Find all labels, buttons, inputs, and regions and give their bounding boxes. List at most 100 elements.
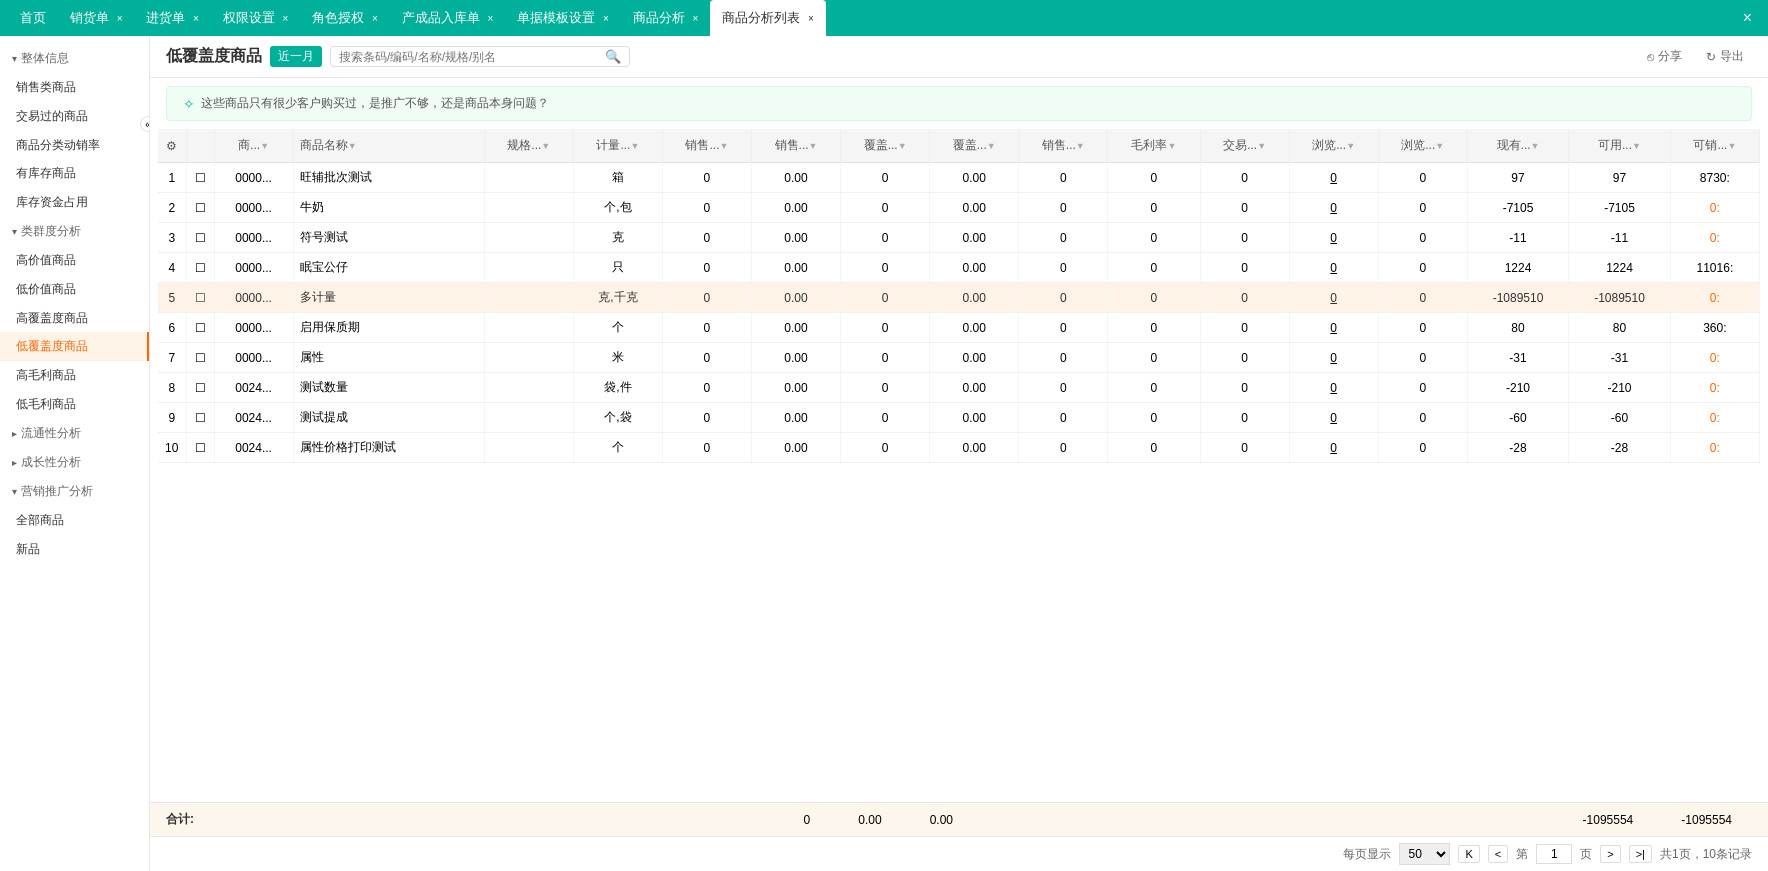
- last-page-btn[interactable]: >|: [1629, 845, 1652, 863]
- browse-link[interactable]: 0: [1330, 411, 1337, 425]
- coverage1-col-header[interactable]: 覆盖...▼: [841, 129, 930, 163]
- sidebar-item-high-coverage[interactable]: 高覆盖度商品: [0, 304, 149, 333]
- prev-page-btn[interactable]: <: [1488, 845, 1508, 863]
- share-label: 分享: [1658, 48, 1682, 65]
- close-permission-tab[interactable]: ×: [283, 13, 289, 24]
- spec-col-header[interactable]: 规格...▼: [484, 129, 573, 163]
- sidebar: « ▾ 整体信息 销售类商品 交易过的商品 商品分类动销率 有库存商品 库存资金…: [0, 36, 150, 871]
- page-label-after: 页: [1580, 846, 1592, 863]
- gross-margin-col-header[interactable]: 毛利率▼: [1108, 129, 1200, 163]
- sidebar-section-growth-label: 成长性分析: [21, 454, 81, 471]
- total-sales-count: 0: [784, 813, 831, 827]
- footer-total: 合计: 0 0.00 0.00 -1095554 -1095554: [150, 802, 1768, 836]
- close-analysis-list-tab[interactable]: ×: [808, 13, 814, 24]
- browse-link[interactable]: 0: [1330, 231, 1337, 245]
- sales-count-col-header[interactable]: 销售...▼: [662, 129, 751, 163]
- sidebar-item-category-rate[interactable]: 商品分类动销率: [0, 131, 149, 160]
- saleable-col-header[interactable]: 可销...▼: [1670, 129, 1759, 163]
- browse-link[interactable]: 0: [1330, 321, 1337, 335]
- sidebar-item-stock-goods[interactable]: 有库存商品: [0, 159, 149, 188]
- browse-link[interactable]: 0: [1330, 381, 1337, 395]
- nav-tab-analysis-list[interactable]: 商品分析列表 ×: [710, 0, 825, 36]
- browse-link[interactable]: 0: [1330, 441, 1337, 455]
- page-size-label: 每页显示: [1343, 846, 1391, 863]
- nav-tab-role[interactable]: 角色授权 ×: [300, 0, 389, 36]
- nav-tab-sales[interactable]: 销货单 ×: [58, 0, 134, 36]
- arrow-icon: ▾: [12, 53, 17, 64]
- nav-tab-analysis[interactable]: 商品分析 ×: [621, 0, 710, 36]
- table-row: 7☐0000...属性米00.0000.0000000-31-310:: [158, 343, 1760, 373]
- search-box: 🔍: [330, 46, 630, 67]
- sidebar-section-liquidity[interactable]: ▸ 流通性分析: [0, 419, 149, 448]
- total-records: 共1页，10条记录: [1660, 846, 1752, 863]
- sidebar-item-low-coverage[interactable]: 低覆盖度商品: [0, 332, 149, 361]
- browse-link[interactable]: 0: [1330, 201, 1337, 215]
- search-input[interactable]: [339, 50, 605, 64]
- sidebar-section-cluster-label: 类群度分析: [21, 223, 81, 240]
- sidebar-item-low-margin[interactable]: 低毛利商品: [0, 390, 149, 419]
- export-button[interactable]: ↻ 导出: [1698, 44, 1752, 69]
- sidebar-section-marketing-label: 营销推广分析: [21, 483, 93, 500]
- browse2-col-header[interactable]: 浏览...▼: [1378, 129, 1467, 163]
- sidebar-item-sales-goods[interactable]: 销售类商品: [0, 73, 149, 102]
- sidebar-section-growth[interactable]: ▸ 成长性分析: [0, 448, 149, 477]
- settings-col-header[interactable]: ⚙: [158, 129, 186, 163]
- table-row: 2☐0000...牛奶个,包00.0000.0000000-7105-71050…: [158, 193, 1760, 223]
- close-all-tabs-btn[interactable]: ×: [1735, 9, 1760, 27]
- time-filter-button[interactable]: 近一月: [270, 46, 322, 67]
- close-purchase-tab[interactable]: ×: [193, 13, 199, 24]
- sidebar-section-cluster[interactable]: ▾ 类群度分析: [0, 217, 149, 246]
- sidebar-item-low-value[interactable]: 低价值商品: [0, 275, 149, 304]
- content-header: 低覆盖度商品 近一月 🔍 ⎋ 分享 ↻ 导出: [150, 36, 1768, 78]
- nav-tab-permission[interactable]: 权限设置 ×: [211, 0, 300, 36]
- browse-link[interactable]: 0: [1330, 171, 1337, 185]
- sidebar-item-high-value[interactable]: 高价值商品: [0, 246, 149, 275]
- total-current-stock: -1095554: [1563, 813, 1654, 827]
- name-col-header[interactable]: 商品名称▼: [293, 129, 484, 163]
- sidebar-item-high-margin[interactable]: 高毛利商品: [0, 361, 149, 390]
- current-stock-col-header[interactable]: 现有...▼: [1467, 129, 1568, 163]
- sales3-col-header[interactable]: 销售...▼: [1019, 129, 1108, 163]
- export-icon: ↻: [1706, 50, 1716, 64]
- total-available-stock: -1095554: [1661, 813, 1752, 827]
- browse-link[interactable]: 0: [1330, 291, 1337, 305]
- browse1-col-header[interactable]: 浏览...▼: [1289, 129, 1378, 163]
- sidebar-section-marketing[interactable]: ▾ 营销推广分析: [0, 477, 149, 506]
- browse-link[interactable]: 0: [1330, 351, 1337, 365]
- search-icon[interactable]: 🔍: [605, 49, 621, 64]
- page-size-select[interactable]: 50 100 200: [1399, 843, 1450, 865]
- close-role-tab[interactable]: ×: [372, 13, 378, 24]
- share-button[interactable]: ⎋ 分享: [1639, 44, 1690, 69]
- info-banner: ✧ 这些商品只有很少客户购买过，是推广不够，还是商品本身问题？: [166, 86, 1752, 121]
- sidebar-item-capital[interactable]: 库存资金占用: [0, 188, 149, 217]
- sidebar-item-traded-goods[interactable]: 交易过的商品: [0, 102, 149, 131]
- sidebar-item-all-goods[interactable]: 全部商品: [0, 506, 149, 535]
- nav-tab-home[interactable]: 首页: [8, 0, 58, 36]
- available-stock-col-header[interactable]: 可用...▼: [1569, 129, 1670, 163]
- code-col-header[interactable]: 商...▼: [214, 129, 293, 163]
- sidebar-collapse-btn[interactable]: «: [140, 116, 150, 132]
- browse-link[interactable]: 0: [1330, 261, 1337, 275]
- close-analysis-tab[interactable]: ×: [692, 13, 698, 24]
- nav-tab-template[interactable]: 单据模板设置 ×: [505, 0, 620, 36]
- table-row: 5☐0000...多计量克,千克00.0000.0000000-1089510-…: [158, 283, 1760, 313]
- transaction-col-header[interactable]: 交易...▼: [1200, 129, 1289, 163]
- nav-tab-inventory[interactable]: 产成品入库单 ×: [390, 0, 505, 36]
- unit-col-header[interactable]: 计量...▼: [573, 129, 662, 163]
- coverage2-col-header[interactable]: 覆盖...▼: [930, 129, 1019, 163]
- nav-tab-purchase[interactable]: 进货单 ×: [134, 0, 210, 36]
- current-page-input[interactable]: [1536, 844, 1572, 864]
- close-template-tab[interactable]: ×: [603, 13, 609, 24]
- first-page-btn[interactable]: K: [1458, 845, 1479, 863]
- sidebar-item-new-goods[interactable]: 新品: [0, 535, 149, 564]
- page-label-before: 第: [1516, 846, 1528, 863]
- total-sales-amount: 0.00: [838, 813, 901, 827]
- sales-amount-col-header[interactable]: 销售...▼: [752, 129, 841, 163]
- sidebar-section-overall[interactable]: ▾ 整体信息: [0, 44, 149, 73]
- close-sales-tab[interactable]: ×: [117, 13, 123, 24]
- next-page-btn[interactable]: >: [1600, 845, 1620, 863]
- info-icon: ✧: [183, 96, 195, 112]
- close-inventory-tab[interactable]: ×: [488, 13, 494, 24]
- arrow-icon-growth: ▸: [12, 457, 17, 468]
- footer-pagination: 每页显示 50 100 200 K < 第 页 > >| 共1页，10条记录: [150, 836, 1768, 871]
